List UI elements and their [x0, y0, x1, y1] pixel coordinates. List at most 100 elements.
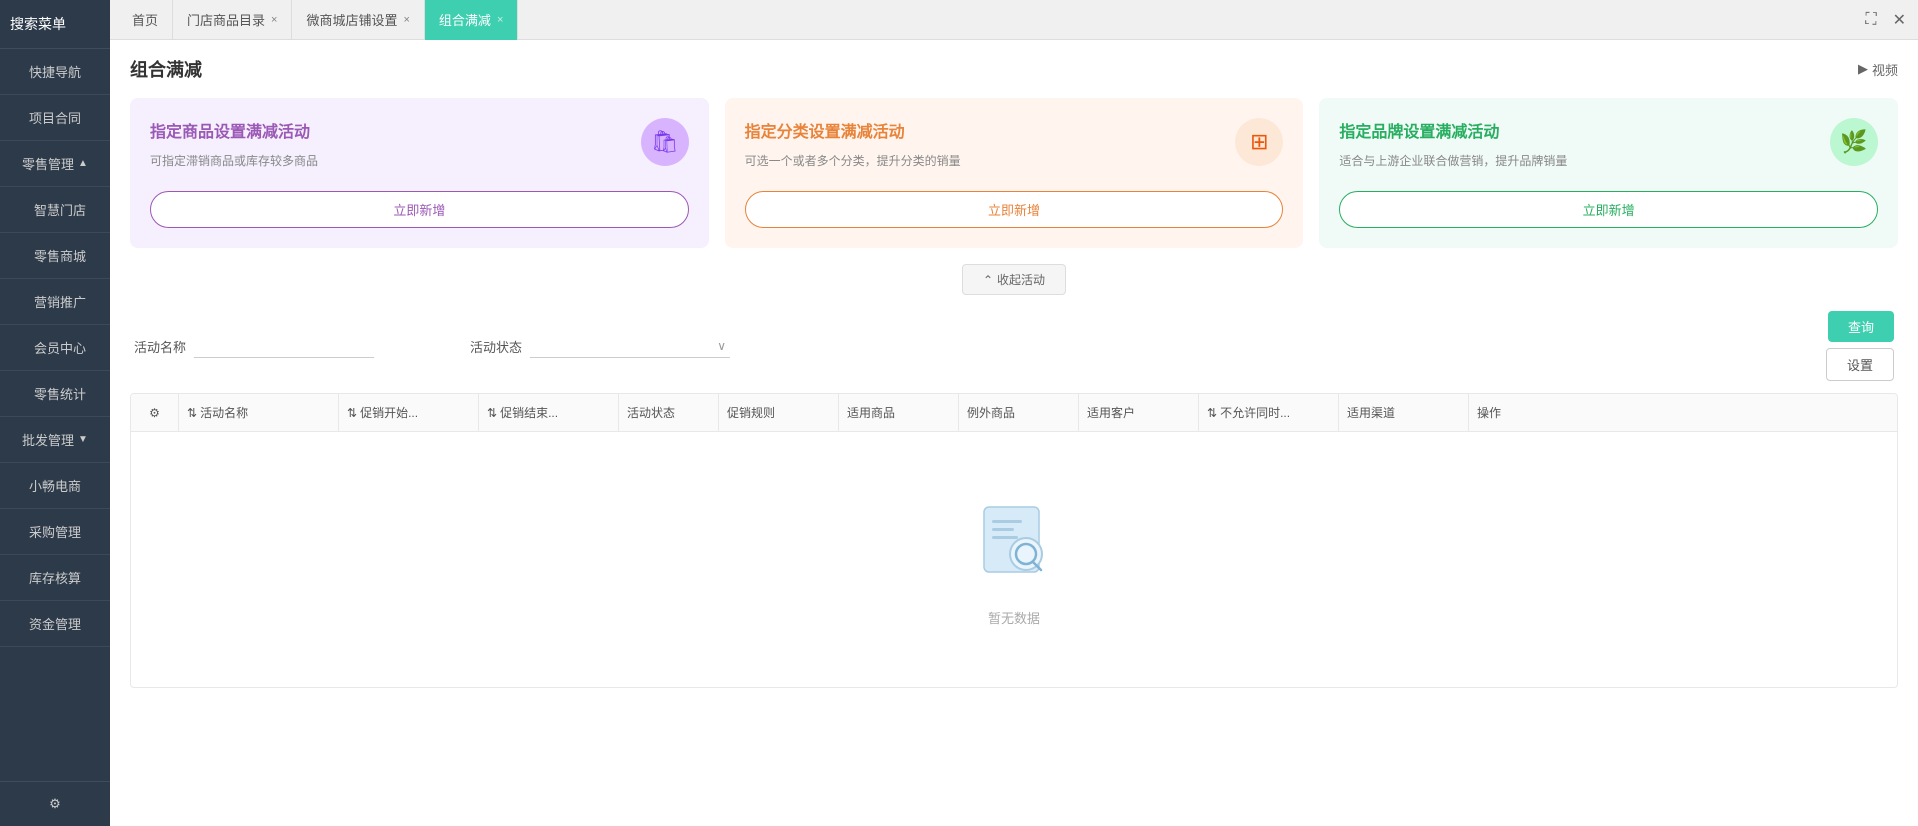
card-brand: 🌿 指定品牌设置满减活动 适合与上游企业联合做营销，提升品牌销量 立即新增	[1319, 98, 1898, 248]
sidebar-search[interactable]: 搜索菜单	[0, 0, 110, 49]
restore-window-button[interactable]: ⛶	[1861, 7, 1880, 33]
sidebar-item-smart-store[interactable]: 智慧门店	[0, 187, 110, 233]
sidebar-item-member-center[interactable]: 会员中心	[0, 325, 110, 371]
sidebar-item-project-contract[interactable]: 项目合同	[0, 95, 110, 141]
sidebar-item-marketing[interactable]: 营销推广	[0, 279, 110, 325]
activity-status-field: 活动状态 ∨	[470, 334, 730, 358]
settings-button[interactable]: 设置	[1826, 348, 1894, 381]
th-status-label: 活动状态	[627, 404, 675, 421]
sort-icon: ⇅	[1207, 406, 1217, 420]
tab-combo-discount-close[interactable]: ×	[497, 14, 503, 26]
activity-status-select-wrapper: ∨	[530, 334, 730, 358]
sidebar-item-quick-nav[interactable]: 快捷导航	[0, 49, 110, 95]
sidebar-item-label: 零售管理	[22, 154, 74, 173]
th-promo-end[interactable]: ⇅ 促销结束...	[479, 394, 619, 431]
main-area: 首页 门店商品目录 × 微商城店铺设置 × 组合满减 × ⛶ ✕ 组合满减	[110, 0, 1918, 826]
page-content: 组合满减 ▶ 视频 🛍 指定商品设置满减活动 可指定滞销商品或库存较多商品 立即…	[110, 40, 1918, 826]
page-header: 组合满减 ▶ 视频	[130, 56, 1898, 82]
tab-combo-discount-label: 组合满减	[439, 10, 491, 29]
sidebar-item-label: 营销推广	[34, 292, 86, 311]
sidebar-item-label: 项目合同	[29, 108, 81, 127]
sidebar-item-wholesale-mgmt[interactable]: 批发管理 ▼	[0, 417, 110, 463]
card-product-desc: 可指定滞销商品或库存较多商品	[150, 152, 689, 171]
sidebar-item-retail-mall[interactable]: 零售商城	[0, 233, 110, 279]
sidebar-item-label: 资金管理	[29, 614, 81, 633]
close-window-button[interactable]: ✕	[1889, 6, 1910, 34]
chevron-up-icon: ▲	[78, 158, 88, 169]
card-brand-add-button[interactable]: 立即新增	[1339, 191, 1878, 228]
th-customer: 适用客户	[1079, 394, 1199, 431]
close-icon: ✕	[1893, 12, 1906, 29]
grid-icon: ⊞	[1250, 129, 1268, 155]
sidebar-item-retail-mgmt[interactable]: 零售管理 ▲	[0, 141, 110, 187]
sidebar-item-label: 智慧门店	[34, 200, 86, 219]
tab-store-catalog-close[interactable]: ×	[271, 14, 277, 26]
data-table: ⚙ ⇅ 活动名称 ⇅ 促销开始... ⇅ 促销结束... 活动状态	[130, 393, 1898, 688]
tab-store-catalog-label: 门店商品目录	[187, 10, 265, 29]
cards-container: 🛍 指定商品设置满减活动 可指定滞销商品或库存较多商品 立即新增 ⊞ 指定分类设…	[130, 98, 1898, 248]
activity-name-input[interactable]	[194, 334, 374, 358]
th-ops-label: 操作	[1477, 404, 1501, 421]
sidebar-item-retail-stats[interactable]: 零售统计	[0, 371, 110, 417]
card-category-icon: ⊞	[1235, 118, 1283, 166]
card-category-add-button[interactable]: 立即新增	[745, 191, 1284, 228]
th-promo-start[interactable]: ⇅ 促销开始...	[339, 394, 479, 431]
video-link[interactable]: ▶ 视频	[1858, 60, 1898, 79]
sort-icon: ⇅	[187, 406, 197, 420]
sidebar-item-xiochang-ecom[interactable]: 小畅电商	[0, 463, 110, 509]
sidebar: 搜索菜单 快捷导航 项目合同 零售管理 ▲ 智慧门店 零售商城 营销推广 会员中…	[0, 0, 110, 826]
sort-icon: ⇅	[347, 406, 357, 420]
th-except-label: 例外商品	[967, 404, 1015, 421]
empty-illustration	[964, 492, 1064, 592]
card-brand-desc: 适合与上游企业联合做营销，提升品牌销量	[1339, 152, 1878, 171]
card-product-add-button[interactable]: 立即新增	[150, 191, 689, 228]
tab-combo-discount[interactable]: 组合满减 ×	[425, 0, 518, 40]
activity-status-select[interactable]	[530, 334, 730, 358]
gear-icon: ⚙	[49, 796, 61, 811]
th-goods-label: 适用商品	[847, 404, 895, 421]
collapse-activity-button[interactable]: ⌃ 收起活动	[962, 264, 1066, 295]
table-settings-icon: ⚙	[149, 406, 160, 420]
tab-home[interactable]: 首页	[118, 0, 173, 40]
tab-bar: 首页 门店商品目录 × 微商城店铺设置 × 组合满减 × ⛶ ✕	[110, 0, 1918, 40]
tab-wechat-store-close[interactable]: ×	[403, 14, 409, 26]
th-not-allow[interactable]: ⇅ 不允许同时...	[1199, 394, 1339, 431]
tab-wechat-store[interactable]: 微商城店铺设置 ×	[292, 0, 424, 40]
th-channel: 适用渠道	[1339, 394, 1469, 431]
empty-text: 暂无数据	[151, 608, 1877, 627]
sidebar-item-label: 采购管理	[29, 522, 81, 541]
th-channel-label: 适用渠道	[1347, 404, 1395, 421]
card-product-icon: 🛍	[641, 118, 689, 166]
th-customer-label: 适用客户	[1087, 404, 1135, 421]
query-button[interactable]: 查询	[1828, 311, 1894, 342]
sidebar-item-label: 快捷导航	[29, 62, 81, 81]
video-label: 视频	[1872, 60, 1898, 79]
th-rule-label: 促销规则	[727, 404, 775, 421]
table-header: ⚙ ⇅ 活动名称 ⇅ 促销开始... ⇅ 促销结束... 活动状态	[131, 394, 1897, 432]
card-category-desc: 可选一个或者多个分类，提升分类的销量	[745, 152, 1284, 171]
chevron-up-icon: ⌃	[983, 273, 993, 287]
th-ops: 操作	[1469, 394, 1897, 431]
tab-store-catalog[interactable]: 门店商品目录 ×	[173, 0, 292, 40]
card-category: ⊞ 指定分类设置满减活动 可选一个或者多个分类，提升分类的销量 立即新增	[725, 98, 1304, 248]
th-rule: 促销规则	[719, 394, 839, 431]
leaf-icon: 🌿	[1840, 129, 1867, 155]
th-goods: 适用商品	[839, 394, 959, 431]
activity-name-field: 活动名称	[134, 334, 374, 358]
page-title: 组合满减	[130, 56, 202, 82]
sidebar-item-inventory-calc[interactable]: 库存核算	[0, 555, 110, 601]
tab-wechat-store-label: 微商城店铺设置	[306, 10, 397, 29]
th-promo-end-label: 促销结束...	[500, 404, 558, 421]
sidebar-item-purchase-mgmt[interactable]: 采购管理	[0, 509, 110, 555]
sidebar-settings-button[interactable]: ⚙	[0, 781, 110, 826]
th-activity-name[interactable]: ⇅ 活动名称	[179, 394, 339, 431]
card-brand-title: 指定品牌设置满减活动	[1339, 118, 1878, 142]
sidebar-item-label: 小畅电商	[29, 476, 81, 495]
card-product-title: 指定商品设置满减活动	[150, 118, 689, 142]
th-gear[interactable]: ⚙	[131, 394, 179, 431]
tab-home-label: 首页	[132, 10, 158, 29]
sidebar-item-finance-mgmt[interactable]: 资金管理	[0, 601, 110, 647]
th-status: 活动状态	[619, 394, 719, 431]
sort-icon: ⇅	[487, 406, 497, 420]
empty-state: 暂无数据	[131, 432, 1897, 687]
